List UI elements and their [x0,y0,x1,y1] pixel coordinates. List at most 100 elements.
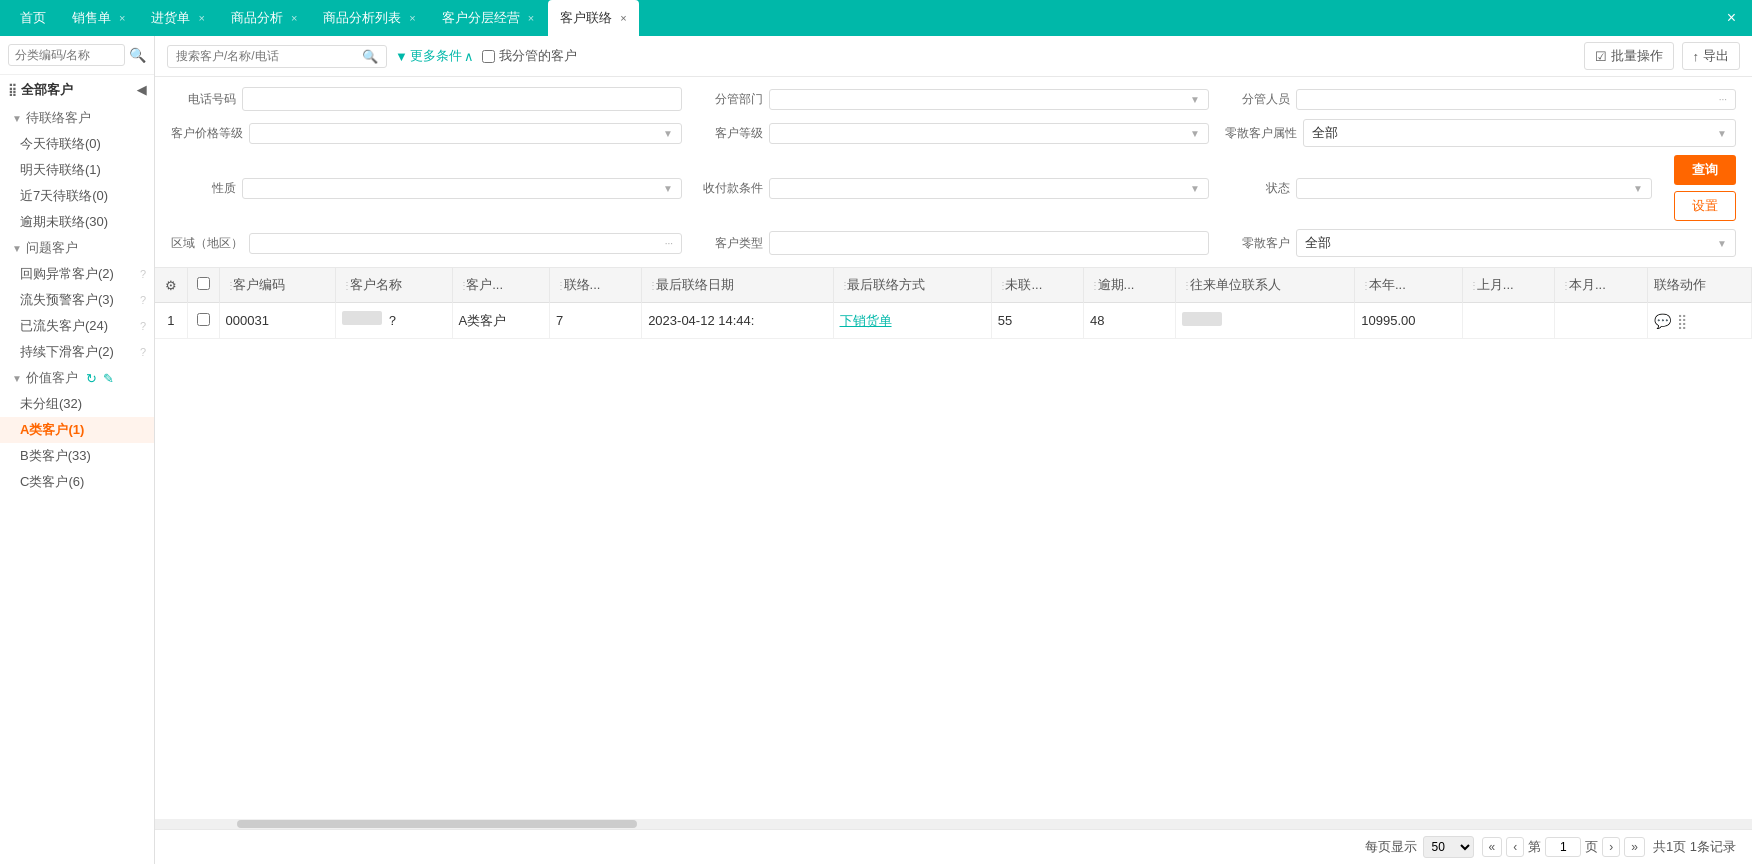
phone-input[interactable] [242,87,682,111]
query-button[interactable]: 查询 [1674,155,1736,185]
close-analysis-list-icon[interactable]: × [409,12,415,24]
page-size-select[interactable]: 50 100 200 [1423,836,1474,858]
action-icons: 💬 ⣿ [1654,313,1745,329]
export-button[interactable]: ↑ 导出 [1682,42,1741,70]
help-repurchase-icon[interactable]: ? [140,268,146,280]
th-checkbox[interactable] [187,268,219,303]
sidebar-group-pending[interactable]: ▼ 待联络客户 [0,105,154,131]
col-sep-last-date[interactable]: ⋮ [648,280,652,291]
home-label: 首页 [20,9,46,27]
last-method-link[interactable]: 下销货单 [840,313,892,328]
col-sep-contact-count[interactable]: ⋮ [556,280,560,291]
nav-tab-home[interactable]: 首页 [8,0,58,36]
help-declining-icon[interactable]: ? [140,346,146,358]
purchase-label: 进货单 [151,9,190,27]
customer-type-input[interactable] [769,231,1209,255]
th-gear[interactable]: ⚙ [155,268,187,303]
price-grade-select[interactable]: ▼ [249,123,682,144]
last-page-button[interactable]: » [1624,837,1645,857]
sidebar-group-value[interactable]: ▼ 价值客户 ↻ ✎ [0,365,154,391]
refresh-icon[interactable]: ↻ [86,371,97,386]
close-customer-contact-icon[interactable]: × [620,12,626,24]
sidebar-item-a-class[interactable]: A类客户(1) [0,417,154,443]
sidebar-item-repurchase[interactable]: 回购异常客户(2) ? [0,261,154,287]
nav-tab-analysis-list[interactable]: 商品分析列表 × [311,0,427,36]
sidebar-item-today[interactable]: 今天待联络(0) [0,131,154,157]
edit-value-icon[interactable]: ✎ [103,371,114,386]
setting-button[interactable]: 设置 [1674,191,1736,221]
sidebar-item-7days[interactable]: 近7天待联络(0) [0,183,154,209]
batch-op-button[interactable]: ☑ 批量操作 [1584,42,1674,70]
filter-search-icon[interactable]: 🔍 [362,49,378,64]
nav-tab-customer-contact[interactable]: 客户联络 × [548,0,638,36]
nav-tab-sales[interactable]: 销售单 × [60,0,137,36]
nature-select[interactable]: ▼ [242,178,682,199]
row-select-checkbox[interactable] [197,313,210,326]
filter-price-grade: 客户价格等级 ▼ [171,119,682,147]
first-page-button[interactable]: « [1482,837,1503,857]
row-checkbox[interactable] [187,303,219,339]
col-sep-contact-person[interactable]: ⋮ [1182,280,1186,291]
region-select[interactable]: ··· [249,233,682,254]
chat-action-icon[interactable]: 💬 [1654,313,1671,329]
col-sep-overdue[interactable]: ⋮ [1090,280,1094,291]
sidebar-item-tomorrow[interactable]: 明天待联络(1) [0,157,154,183]
close-purchase-icon[interactable]: × [198,12,204,24]
horizontal-scrollbar[interactable] [155,819,1752,829]
sidebar-item-overdue[interactable]: 逾期未联络(30) [0,209,154,235]
col-sep-not-contacted[interactable]: ⋮ [998,280,1002,291]
sidebar-all-customers[interactable]: ⣿ 全部客户 ◀ [0,75,154,105]
filter-search-input[interactable] [176,49,358,63]
dept-select[interactable]: ▼ [769,89,1209,110]
col-sep-code[interactable]: ⋮ [226,280,230,291]
table-row: 1 000031 ？ A类客户 7 2023-04-12 14:44: 下销货单… [155,303,1752,339]
col-sep-name[interactable]: ⋮ [342,280,346,291]
my-customer-checkbox[interactable] [482,50,495,63]
sidebar-item-churned[interactable]: 已流失客户(24) ? [0,313,154,339]
col-sep-this-month[interactable]: ⋮ [1561,280,1565,291]
payment-select[interactable]: ▼ [769,178,1209,199]
filter-nature: 性质 ▼ [171,155,682,221]
customer-tier-label: 客户分层经营 [442,9,520,27]
row-last-method[interactable]: 下销货单 [833,303,991,339]
close-all-icon[interactable]: × [1719,9,1744,27]
declining-label: 持续下滑客户(2) [20,343,114,361]
sidebar-group-problem[interactable]: ▼ 问题客户 [0,235,154,261]
sidebar-item-churn-warning[interactable]: 流失预警客户(3) ? [0,287,154,313]
sidebar-item-declining[interactable]: 持续下滑客户(2) ? [0,339,154,365]
select-all-checkbox[interactable] [197,277,210,290]
scattered-attr-select[interactable]: 全部 ▼ [1303,119,1736,147]
close-analysis-icon[interactable]: × [291,12,297,24]
col-sep-this-year[interactable]: ⋮ [1361,280,1365,291]
collapse-sidebar-icon[interactable]: ◀ [137,83,146,97]
customer-grade-select[interactable]: ▼ [769,123,1209,144]
status-select[interactable]: ▼ [1296,178,1652,199]
grid-action-icon[interactable]: ⣿ [1677,313,1687,329]
nav-tab-analysis[interactable]: 商品分析 × [219,0,309,36]
filter-more-btn[interactable]: ▼ 更多条件 ∧ [395,47,474,65]
close-sales-icon[interactable]: × [119,12,125,24]
sidebar-item-c-class[interactable]: C类客户(6) [0,469,154,495]
th-code: ⋮ 客户编码 [219,268,336,303]
close-customer-tier-icon[interactable]: × [528,12,534,24]
help-churned-icon[interactable]: ? [140,320,146,332]
person-select[interactable]: ··· [1296,89,1736,110]
page-input[interactable] [1545,837,1581,857]
sidebar-search-input[interactable] [8,44,125,66]
churn-warning-label: 流失预警客户(3) [20,291,114,309]
next-page-button[interactable]: › [1602,837,1620,857]
col-sep-last-month[interactable]: ⋮ [1469,280,1473,291]
nav-tab-customer-tier[interactable]: 客户分层经营 × [430,0,546,36]
nav-tab-purchase[interactable]: 进货单 × [139,0,216,36]
sidebar-item-b-class[interactable]: B类客户(33) [0,443,154,469]
col-sep-level[interactable]: ⋮ [459,280,463,291]
table-container: ⚙ ⋮ 客户编码 ⋮ 客户名称 ⋮ 客户... ⋮ 联络... ⋮ 最后联络日期… [155,268,1752,819]
prev-page-button[interactable]: ‹ [1506,837,1524,857]
scattered-customer-select[interactable]: 全部 ▼ [1296,229,1736,257]
col-sep-last-method[interactable]: ⋮ [840,280,844,291]
help-churn-warning-icon[interactable]: ? [140,294,146,306]
dept-chevron-icon: ▼ [1190,94,1200,105]
scrollbar-thumb[interactable] [237,820,637,828]
sidebar-item-ungroup[interactable]: 未分组(32) [0,391,154,417]
sidebar-search-icon[interactable]: 🔍 [129,47,146,63]
